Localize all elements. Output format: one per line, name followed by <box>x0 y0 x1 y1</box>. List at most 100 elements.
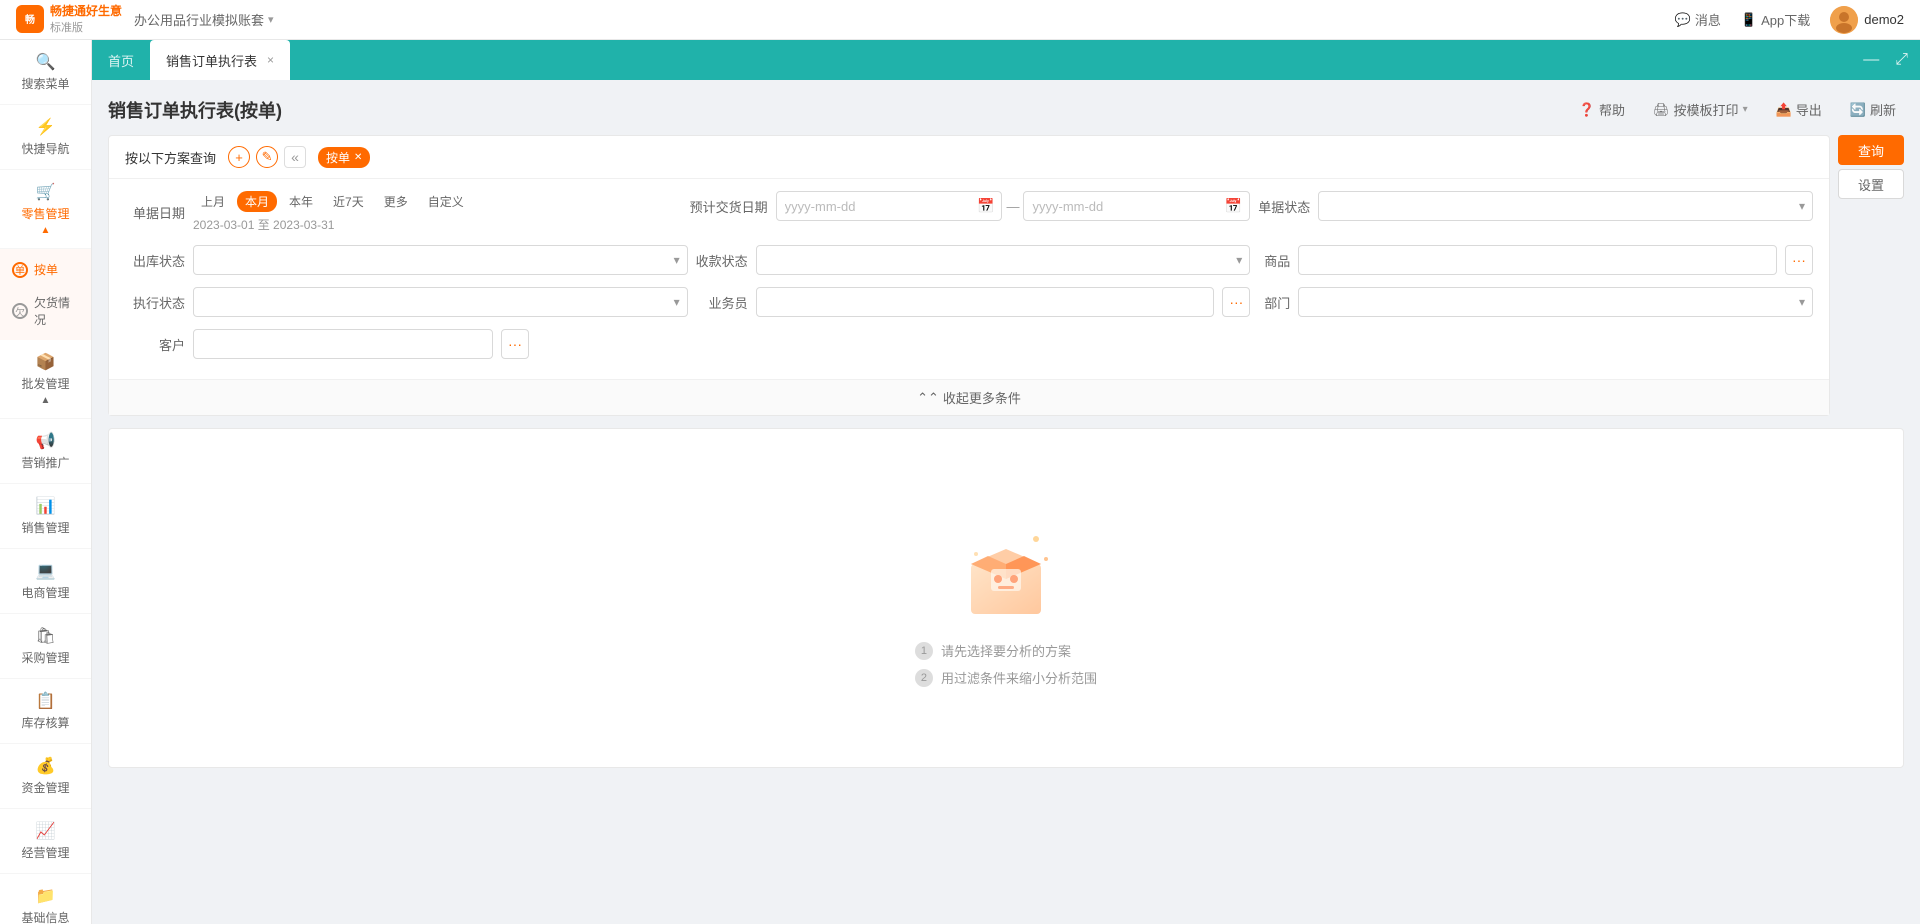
empty-state-icon <box>946 509 1066 629</box>
tab-maximize-button[interactable]: ⤢ <box>1891 47 1912 73</box>
product-input[interactable] <box>1298 245 1777 275</box>
inventory-icon: 📋 <box>36 691 56 711</box>
active-scheme-item[interactable]: 按单 ✕ <box>318 147 370 168</box>
collapse-conditions-button[interactable]: ⌃⌃ 收起更多条件 <box>109 379 1829 415</box>
payment-status-select[interactable] <box>756 245 1251 275</box>
page-header: 销售订单执行表(按单) ❓ 帮助 🖨 按模板打印 ▾ 📤 <box>108 96 1904 123</box>
empty-tip-2: 2 用过滤条件来缩小分析范围 <box>915 668 1097 687</box>
filter-row-1: 单据日期 上月 本月 本年 近7天 更多 自定义 <box>125 191 1813 233</box>
expected-start-input[interactable] <box>776 191 1003 221</box>
sidebar-item-basic-info[interactable]: 📁 基础信息 <box>0 874 91 924</box>
user-name: demo2 <box>1864 12 1904 27</box>
tab-minimize-button[interactable]: — <box>1859 47 1883 73</box>
help-button[interactable]: ❓ 帮助 <box>1571 96 1633 123</box>
export-icon: 📤 <box>1776 102 1792 118</box>
expected-end-wrapper: 📅 <box>1023 191 1250 221</box>
order-status-field: 单据状态 <box>1250 191 1813 221</box>
sidebar-item-ecommerce[interactable]: 💻 电商管理 <box>0 549 91 614</box>
tab-sales-exec[interactable]: 销售订单执行表 × <box>150 40 290 80</box>
basic-info-icon: 📁 <box>36 886 56 906</box>
date-btn-this-year[interactable]: 本年 <box>281 191 321 212</box>
sidebar-item-inventory[interactable]: 📋 库存核算 <box>0 679 91 744</box>
empty-state: 1 请先选择要分析的方案 2 用过滤条件来缩小分析范围 <box>109 429 1903 767</box>
edit-scheme-button[interactable]: ✎ <box>256 146 278 168</box>
payment-status-label: 收款状态 <box>688 251 748 270</box>
salesman-label: 业务员 <box>688 293 748 312</box>
sidebar-item-operation[interactable]: 📈 经营管理 <box>0 809 91 874</box>
app-download-button[interactable]: 📱 App下载 <box>1741 10 1810 29</box>
sidebar-item-marketing[interactable]: 📢 营销推广 <box>0 419 91 484</box>
date-btn-more[interactable]: 更多 <box>376 191 416 212</box>
order-status-select[interactable] <box>1318 191 1813 221</box>
sidebar-item-quick-nav[interactable]: ⚡ 快捷导航 <box>0 105 91 170</box>
refresh-button[interactable]: 🔄 刷新 <box>1842 96 1904 123</box>
sidebar-item-label-ecommerce: 电商管理 <box>21 584 69 601</box>
dept-field: 部门 <box>1250 287 1813 317</box>
export-button[interactable]: 📤 导出 <box>1768 96 1830 123</box>
date-label: 单据日期 <box>125 203 185 222</box>
sidebar-item-sales[interactable]: 📊 销售管理 <box>0 484 91 549</box>
settings-button[interactable]: 设置 <box>1838 169 1904 199</box>
filter-row-3: 执行状态 业务员 <box>125 287 1813 317</box>
tab-close-button[interactable]: × <box>267 53 274 67</box>
sidebar-sub-item-欠货情况[interactable]: 欠 欠货情况 <box>0 286 91 336</box>
query-button[interactable]: 查询 <box>1838 135 1904 165</box>
active-scheme-label: 按单 <box>326 149 350 166</box>
wholesale-icon: 📦 <box>36 352 56 372</box>
tip-num-1: 1 <box>915 642 933 660</box>
sidebar: 🔍 搜索菜单 ⚡ 快捷导航 🛒 零售管理 ▲ 单 按单 欠 欠货情况 <box>0 40 92 924</box>
breadcrumb[interactable]: 办公用品行业模拟账套 ▾ <box>134 10 274 29</box>
finance-icon: 💰 <box>36 756 56 776</box>
print-template-button[interactable]: 🖨 按模板打印 ▾ <box>1645 96 1756 123</box>
sidebar-item-purchase[interactable]: 🛍 采购管理 <box>0 614 91 679</box>
message-label: 消息 <box>1695 10 1721 29</box>
sidebar-item-label-retail: 零售管理 <box>21 205 69 222</box>
exec-status-select[interactable] <box>193 287 688 317</box>
message-button[interactable]: 💬 消息 <box>1675 10 1721 29</box>
delivery-status-select[interactable] <box>193 245 688 275</box>
retail-icon: 🛒 <box>36 182 56 202</box>
expected-end-input[interactable] <box>1023 191 1250 221</box>
tip-num-2: 2 <box>915 669 933 687</box>
remove-scheme-icon[interactable]: ✕ <box>354 152 362 163</box>
payment-status-wrapper <box>756 245 1251 275</box>
empty-tips: 1 请先选择要分析的方案 2 用过滤条件来缩小分析范围 <box>915 641 1097 687</box>
tabs-bar: 首页 销售订单执行表 × — ⤢ <box>92 40 1920 80</box>
salesman-input[interactable] <box>756 287 1215 317</box>
customer-ellipsis-button[interactable]: ··· <box>501 329 529 359</box>
sidebar-sub-item-按单[interactable]: 单 按单 <box>0 253 91 286</box>
export-label: 导出 <box>1796 100 1822 119</box>
expected-date-field: 预计交货日期 📅 — <box>688 191 1251 221</box>
sidebar-item-search-menu[interactable]: 🔍 搜索菜单 <box>0 40 91 105</box>
date-field: 单据日期 上月 本月 本年 近7天 更多 自定义 <box>125 191 688 233</box>
user-profile[interactable]: demo2 <box>1830 6 1904 34</box>
product-ellipsis-button[interactable]: ··· <box>1785 245 1813 275</box>
tab-home[interactable]: 首页 <box>92 40 150 80</box>
sidebar-item-finance[interactable]: 💰 资金管理 <box>0 744 91 809</box>
customer-input[interactable] <box>193 329 493 359</box>
dept-wrapper <box>1298 287 1813 317</box>
date-btn-custom[interactable]: 自定义 <box>420 191 472 212</box>
help-label: 帮助 <box>1599 100 1625 119</box>
filter-row-2: 出库状态 收款状态 <box>125 245 1813 275</box>
salesman-ellipsis-button[interactable]: ··· <box>1222 287 1250 317</box>
sidebar-item-retail[interactable]: 🛒 零售管理 ▲ <box>0 170 91 249</box>
date-btn-this-month[interactable]: 本月 <box>237 191 277 212</box>
add-scheme-button[interactable]: + <box>228 146 250 168</box>
sidebar-item-label-operation: 经营管理 <box>21 844 69 861</box>
tab-home-label: 首页 <box>108 51 134 70</box>
sidebar-item-wholesale[interactable]: 📦 批发管理 ▲ <box>0 340 91 419</box>
date-quick-btns: 上月 本月 本年 近7天 更多 自定义 <box>193 191 688 212</box>
delivery-status-field: 出库状态 <box>125 245 688 275</box>
date-btn-last-month[interactable]: 上月 <box>193 191 233 212</box>
search-panel-wrapper: 按以下方案查询 + ✎ « 按单 ✕ <box>108 135 1904 416</box>
sidebar-item-label-wholesale: 批发管理 <box>21 375 69 392</box>
filter-row-4: 客户 ··· <box>125 329 1813 359</box>
按单-icon: 单 <box>12 262 28 278</box>
date-range-display: 2023-03-01 至 2023-03-31 <box>193 216 688 233</box>
date-btn-last-7-days[interactable]: 近7天 <box>325 191 372 212</box>
dept-select[interactable] <box>1298 287 1813 317</box>
collapse-scheme-button[interactable]: « <box>284 146 306 168</box>
breadcrumb-text: 办公用品行业模拟账套 <box>134 10 264 29</box>
operation-icon: 📈 <box>36 821 56 841</box>
